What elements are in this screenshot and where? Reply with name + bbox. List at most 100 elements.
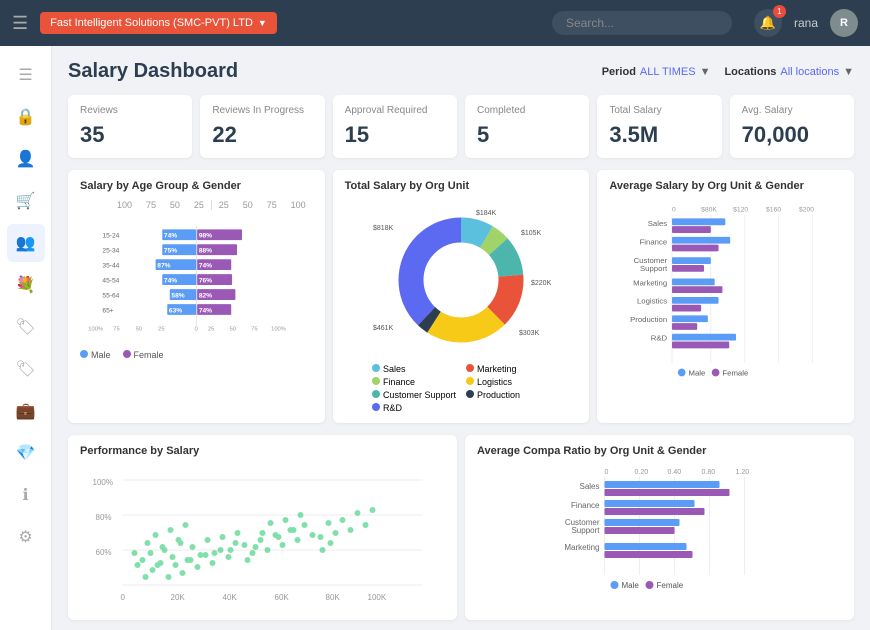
svg-text:98%: 98% [199, 233, 212, 240]
svg-text:75%: 75% [164, 248, 177, 255]
svg-text:75: 75 [113, 327, 119, 333]
hamburger-icon[interactable]: ☰ [12, 13, 28, 34]
svg-text:88%: 88% [199, 248, 212, 255]
donut-legend-rd: R&D [372, 403, 456, 413]
svg-text:R&D: R&D [651, 334, 668, 343]
svg-text:$160: $160 [766, 207, 781, 214]
sidebar-item-lock[interactable]: 🔒 [7, 98, 45, 136]
svg-text:50: 50 [230, 327, 236, 333]
svg-text:100%: 100% [93, 478, 113, 487]
svg-text:25: 25 [208, 327, 214, 333]
svg-text:87%: 87% [157, 263, 170, 270]
svg-text:Male: Male [689, 368, 706, 377]
sidebar-item-diamond[interactable]: 💎 [7, 434, 45, 472]
brand-name: Fast Intelligent Solutions (SMC-PVT) LTD [50, 17, 253, 29]
svg-text:0: 0 [672, 207, 676, 214]
filter-bar: Period ALL TIMES ▼ Locations All locatio… [602, 66, 854, 78]
sidebar-item-tag[interactable]: 🏷 [7, 308, 45, 346]
svg-text:25: 25 [158, 327, 164, 333]
svg-text:50: 50 [136, 327, 142, 333]
avatar[interactable]: R [830, 9, 858, 37]
svg-text:$461K: $461K [373, 325, 394, 332]
sidebar-item-info[interactable]: ℹ [7, 476, 45, 514]
svg-text:Support: Support [640, 264, 668, 273]
period-caret-icon: ▼ [700, 66, 711, 78]
age-legend-female: Female [123, 350, 164, 360]
kpi-approval-value: 15 [345, 122, 445, 148]
svg-text:0.20: 0.20 [635, 469, 649, 476]
svg-text:Sales: Sales [579, 482, 599, 491]
svg-text:60%: 60% [96, 548, 112, 557]
donut-container: $818K $184K $105K $220K $303K $65K $461K [366, 200, 556, 360]
scatter-svg: 100% 80% 60% [80, 465, 445, 605]
nav-icons: 🔔 1 rana R [754, 9, 858, 37]
svg-text:$80K: $80K [701, 207, 717, 214]
donut-legend-marketing: Marketing [466, 364, 550, 374]
svg-text:$220K: $220K [531, 280, 552, 287]
avg-chart-svg: 0 $80K $120 $160 $200 Sales [609, 200, 842, 390]
sidebar-item-basket[interactable]: 💐 [7, 266, 45, 304]
charts-row-2: Performance by Salary 100% 80% 60% [68, 435, 854, 620]
sidebar-item-menu[interactable]: ☰ [7, 56, 45, 94]
sidebar-item-user[interactable]: 👤 [7, 140, 45, 178]
svg-text:100K: 100K [368, 593, 387, 602]
scatter-chart: Performance by Salary 100% 80% 60% [68, 435, 457, 620]
donut-legend-production: Production [466, 390, 550, 400]
locations-caret-icon: ▼ [843, 66, 854, 78]
sidebar-item-briefcase[interactable]: 💼 [7, 392, 45, 430]
compa-chart-title: Average Compa Ratio by Org Unit & Gender [477, 445, 842, 457]
compa-ratio-chart: Average Compa Ratio by Org Unit & Gender… [465, 435, 854, 620]
svg-text:$105K: $105K [521, 230, 542, 237]
svg-text:80K: 80K [326, 593, 341, 602]
svg-text:65+: 65+ [102, 307, 113, 314]
svg-text:Sales: Sales [648, 219, 668, 228]
location-filter[interactable]: Locations All locations ▼ [724, 66, 854, 78]
svg-text:Support: Support [571, 526, 600, 535]
donut-legend-sales: Sales [372, 364, 456, 374]
svg-text:$184K: $184K [476, 210, 497, 217]
search-input[interactable] [552, 11, 732, 35]
kpi-reviews-value: 35 [80, 122, 180, 148]
svg-text:55-64: 55-64 [102, 292, 119, 299]
period-filter[interactable]: Period ALL TIMES ▼ [602, 66, 711, 78]
svg-text:Female: Female [657, 581, 684, 590]
kpi-row: Reviews 35 Reviews In Progress 22 Approv… [68, 95, 854, 158]
kpi-reviews-progress: Reviews In Progress 22 [200, 95, 324, 158]
locations-label: Locations [724, 66, 776, 78]
svg-text:15-24: 15-24 [102, 233, 119, 240]
compa-svg: 0 0.20 0.40 0.80 1.20 Sales [477, 465, 842, 605]
kpi-total-salary-value: 3.5M [609, 122, 709, 148]
donut-legend-finance: Finance [372, 377, 456, 387]
svg-text:80%: 80% [96, 513, 112, 522]
brand-button[interactable]: Fast Intelligent Solutions (SMC-PVT) LTD… [40, 12, 277, 34]
svg-text:25-34: 25-34 [102, 248, 119, 255]
donut-wrap: $818K $184K $105K $220K $303K $65K $461K… [345, 200, 578, 413]
svg-text:Male: Male [622, 581, 640, 590]
svg-text:0.80: 0.80 [702, 469, 716, 476]
svg-text:20K: 20K [171, 593, 186, 602]
svg-text:Logistics: Logistics [637, 297, 667, 306]
svg-text:45-54: 45-54 [102, 277, 119, 284]
svg-text:1.20: 1.20 [736, 469, 750, 476]
scatter-chart-title: Performance by Salary [80, 445, 445, 457]
sidebar-item-cart[interactable]: 🛒 [7, 182, 45, 220]
svg-text:0.40: 0.40 [668, 469, 682, 476]
sidebar-item-people[interactable]: 👥 [7, 224, 45, 262]
sidebar-item-tag2[interactable]: 🏷 [7, 350, 45, 388]
notification-badge: 1 [773, 5, 786, 18]
sidebar: ☰ 🔒 👤 🛒 👥 💐 🏷 🏷 💼 💎 ℹ ⚙ [0, 46, 52, 630]
notification-button[interactable]: 🔔 1 [754, 9, 782, 37]
svg-text:40K: 40K [223, 593, 238, 602]
top-nav: ☰ Fast Intelligent Solutions (SMC-PVT) L… [0, 0, 870, 46]
svg-text:0: 0 [605, 469, 609, 476]
kpi-avg-salary: Avg. Salary 70,000 [730, 95, 854, 158]
kpi-completed: Completed 5 [465, 95, 589, 158]
donut-chart: Total Salary by Org Unit [333, 170, 590, 423]
svg-text:$303K: $303K [519, 330, 540, 337]
kpi-reviews: Reviews 35 [68, 95, 192, 158]
kpi-reviews-label: Reviews [80, 105, 180, 116]
sidebar-item-gear[interactable]: ⚙ [7, 518, 45, 556]
svg-text:74%: 74% [164, 277, 177, 284]
avg-salary-chart: Average Salary by Org Unit & Gender 0 $8… [597, 170, 854, 423]
content-area: Salary Dashboard Period ALL TIMES ▼ Loca… [52, 46, 870, 630]
